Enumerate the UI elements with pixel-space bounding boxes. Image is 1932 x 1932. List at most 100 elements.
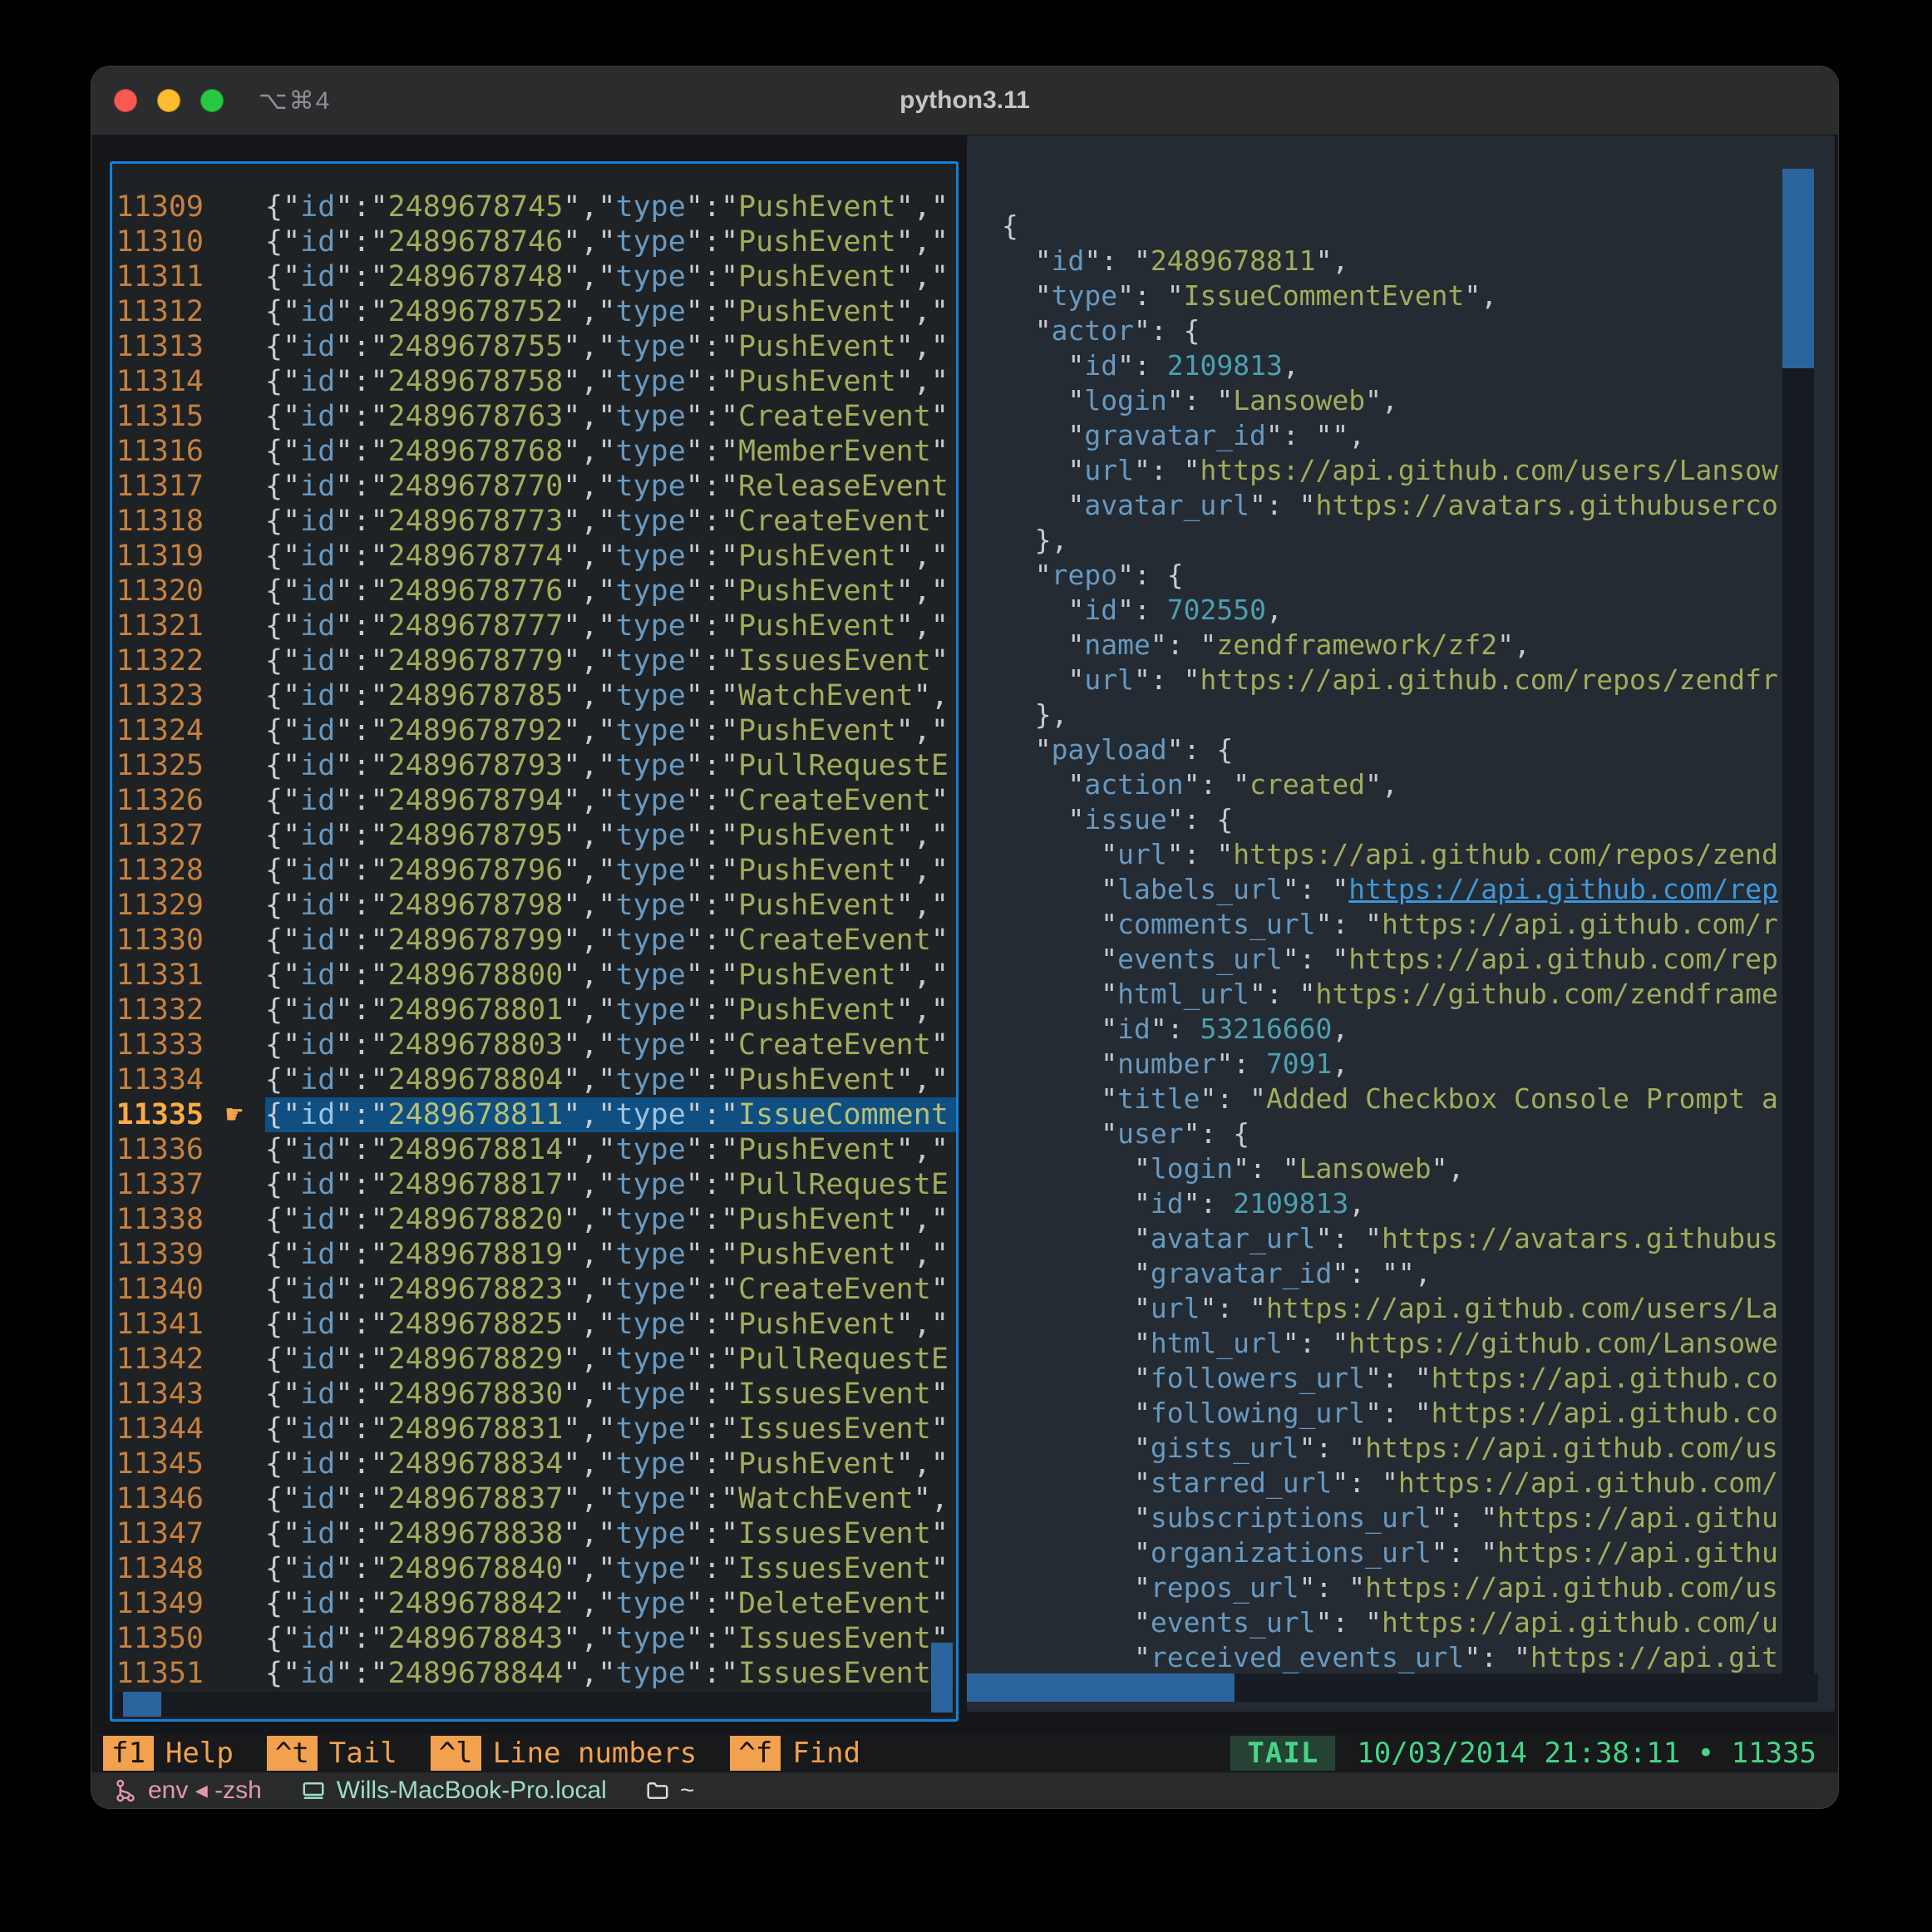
window-shortcut: ⌥⌘4	[259, 86, 331, 116]
line-number: 11339	[112, 1237, 204, 1272]
log-panel[interactable]: 11309{"id":"2489678745","type":"PushEven…	[110, 161, 959, 1722]
log-line[interactable]: 11349{"id":"2489678842","type":"DeleteEv…	[112, 1586, 956, 1621]
log-line-selected[interactable]: 11335☛{"id":"2489678811","type":"IssueCo…	[112, 1097, 956, 1132]
json-line: "id": 2109813,	[1002, 348, 1835, 383]
detail-vertical-scrollbar-thumb[interactable]	[1782, 169, 1814, 368]
detail-horizontal-scrollbar[interactable]	[967, 1673, 1818, 1702]
log-line[interactable]: 11351{"id":"2489678844","type":"IssuesEv…	[112, 1656, 956, 1691]
footer: f1Help^tTail^lLine numbers^fFind TAIL 10…	[91, 1734, 1838, 1772]
footer-key-ctrl-t[interactable]: ^t	[267, 1736, 318, 1771]
line-number: 11312	[112, 294, 204, 329]
log-line[interactable]: 11314{"id":"2489678758","type":"PushEven…	[112, 364, 956, 399]
log-line[interactable]: 11330{"id":"2489678799","type":"CreateEv…	[112, 923, 956, 958]
json-line: "labels_url": "https://api.github.com/re…	[1002, 872, 1835, 907]
log-line[interactable]: 11340 {"id":"2489678823","type":"CreateEv…	[112, 1272, 956, 1307]
log-line[interactable]: 11332{"id":"2489678801","type":"PushEven…	[112, 993, 956, 1028]
line-number: 11349	[112, 1586, 204, 1621]
log-line[interactable]: 11328 {"id":"2489678796","type":"PushEven…	[112, 853, 956, 888]
json-line: "url": "https://api.github.com/repos/zen…	[1002, 837, 1835, 872]
line-number: 11318	[112, 504, 204, 539]
log-line[interactable]: 11345{"id":"2489678834","type":"PushEven…	[112, 1447, 956, 1481]
log-line[interactable]: 11309{"id":"2489678745","type":"PushEven…	[112, 190, 956, 224]
footer-key-ctrl-f[interactable]: ^f	[730, 1736, 781, 1771]
titlebar[interactable]: ⌥⌘4 python3.11	[91, 67, 1838, 136]
line-number: 11326	[112, 783, 204, 818]
line-number: 11316	[112, 434, 204, 469]
log-line[interactable]: 11323{"id":"2489678785","type":"WatchEve…	[112, 678, 956, 713]
close-button[interactable]	[114, 89, 137, 112]
line-number: 11328	[112, 853, 204, 888]
line-number: 11311	[112, 259, 204, 294]
log-line[interactable]: 11342 {"id":"2489678829","type":"PullRequ…	[112, 1342, 956, 1377]
log-line[interactable]: 11325{"id":"2489678793","type":"PullRequ…	[112, 748, 956, 783]
log-line[interactable]: 11338 {"id":"2489678820","type":"PushEven…	[112, 1202, 956, 1237]
log-line[interactable]: 11326{"id":"2489678794","type":"CreateEv…	[112, 783, 956, 818]
minimize-button[interactable]	[157, 89, 180, 112]
log-line-text: {"id":"2489678829","type":"PullRequestE	[265, 1342, 956, 1377]
log-line-text: {"id":"2489678843","type":"IssuesEvent"	[265, 1621, 956, 1656]
log-line[interactable]: 11331{"id":"2489678800","type":"PushEven…	[112, 958, 956, 993]
log-line-text: {"id":"2489678795","type":"PushEvent","	[265, 818, 956, 853]
json-line: "login": "Lansoweb",	[1002, 383, 1835, 418]
log-line[interactable]: 11350{"id":"2489678843","type":"IssuesEv…	[112, 1621, 956, 1656]
footer-key-label[interactable]: Line numbers	[493, 1737, 697, 1770]
log-line[interactable]: 11344{"id":"2489678831","type":"IssuesEv…	[112, 1412, 956, 1447]
line-number: 11340	[112, 1272, 204, 1307]
log-line[interactable]: 11322{"id":"2489678779","type":"IssuesEv…	[112, 643, 956, 678]
footer-key-label[interactable]: Find	[792, 1737, 860, 1770]
footer-key-label[interactable]: Tail	[329, 1737, 397, 1770]
line-number: 11333	[112, 1028, 204, 1062]
line-number: 11338	[112, 1202, 204, 1237]
footer-key-f1[interactable]: f1	[103, 1736, 154, 1771]
log-line[interactable]: 11324{"id":"2489678792","type":"PushEven…	[112, 713, 956, 748]
log-line[interactable]: 11319{"id":"2489678774","type":"PushEven…	[112, 539, 956, 574]
log-line-text: {"id":"2489678820","type":"PushEvent","	[265, 1202, 956, 1237]
footer-key-label[interactable]: Help	[165, 1737, 234, 1770]
log-line[interactable]: 11311{"id":"2489678748","type":"PushEven…	[112, 259, 956, 294]
log-vertical-scrollbar-thumb[interactable]	[931, 1643, 953, 1713]
log-line[interactable]: 11310{"id":"2489678746","type":"PushEven…	[112, 224, 956, 259]
line-number: 11323	[112, 678, 204, 713]
log-line[interactable]: 11312{"id":"2489678752","type":"PushEven…	[112, 294, 956, 329]
tail-mode-badge[interactable]: TAIL	[1230, 1736, 1335, 1771]
log-line[interactable]: 11347{"id":"2489678838","type":"IssuesEv…	[112, 1516, 956, 1551]
detail-horizontal-scrollbar-thumb[interactable]	[967, 1673, 1235, 1702]
log-line[interactable]: 11348{"id":"2489678840","type":"IssuesEv…	[112, 1551, 956, 1586]
labels-url-link[interactable]: https://api.github.com/rep	[1348, 873, 1778, 905]
log-line[interactable]: 11316{"id":"2489678768","type":"MemberEv…	[112, 434, 956, 469]
log-line[interactable]: 11334{"id":"2489678804","type":"PushEven…	[112, 1062, 956, 1097]
footer-key-ctrl-l[interactable]: ^l	[431, 1736, 481, 1771]
line-number: 11343	[112, 1377, 204, 1412]
line-number: 11329	[112, 888, 204, 923]
detail-vertical-scrollbar[interactable]	[1782, 169, 1814, 1673]
log-line[interactable]: 11313{"id":"2489678755","type":"PushEven…	[112, 329, 956, 364]
log-line[interactable]: 11341{"id":"2489678825","type":"PushEven…	[112, 1307, 956, 1342]
log-line-text: {"id":"2489678800","type":"PushEvent","	[265, 958, 956, 993]
json-line: "id": 2109813,	[1002, 1186, 1835, 1221]
log-line[interactable]: 11327{"id":"2489678795","type":"PushEven…	[112, 818, 956, 853]
log-line[interactable]: 11320{"id":"2489678776","type":"PushEven…	[112, 574, 956, 609]
log-line[interactable]: 11318 {"id":"2489678773","type":"CreateEv…	[112, 504, 956, 539]
log-line[interactable]: 11337{"id":"2489678817","type":"PullRequ…	[112, 1167, 956, 1202]
log-line-text: {"id":"2489678745","type":"PushEvent","	[265, 190, 956, 224]
log-line[interactable]: 11329{"id":"2489678798","type":"PushEven…	[112, 888, 956, 923]
line-number: 11347	[112, 1516, 204, 1551]
log-line[interactable]: 11336{"id":"2489678814","type":"PushEven…	[112, 1132, 956, 1167]
log-horizontal-scrollbar[interactable]	[115, 1692, 954, 1717]
log-line[interactable]: 11343 {"id":"2489678830","type":"IssuesEv…	[112, 1377, 956, 1412]
log-line[interactable]: 11333{"id":"2489678803","type":"CreateEv…	[112, 1028, 956, 1062]
line-number: 11342	[112, 1342, 204, 1377]
log-line-text: {"id":"2489678796","type":"PushEvent","	[265, 853, 956, 888]
zoom-button[interactable]	[200, 89, 224, 112]
log-horizontal-scrollbar-thumb[interactable]	[123, 1692, 161, 1717]
log-line[interactable]: 11315{"id":"2489678763","type":"CreateEv…	[112, 399, 956, 434]
log-line[interactable]: 11321{"id":"2489678777","type":"PushEven…	[112, 609, 956, 643]
json-line: "gravatar_id": "",	[1002, 418, 1835, 453]
log-line-text: {"id":"2489678830","type":"IssuesEvent"	[265, 1377, 956, 1412]
log-line[interactable]: 11346{"id":"2489678837","type":"WatchEve…	[112, 1481, 956, 1516]
log-line-text: {"id":"2489678773","type":"CreateEvent"	[265, 504, 956, 539]
log-line-text: {"id":"2489678823","type":"CreateEvent"	[265, 1272, 956, 1307]
log-line-text: {"id":"2489678799","type":"CreateEvent"	[265, 923, 956, 958]
log-line[interactable]: 11317{"id":"2489678770","type":"ReleaseE…	[112, 469, 956, 504]
log-line[interactable]: 11339{"id":"2489678819","type":"PushEven…	[112, 1237, 956, 1272]
